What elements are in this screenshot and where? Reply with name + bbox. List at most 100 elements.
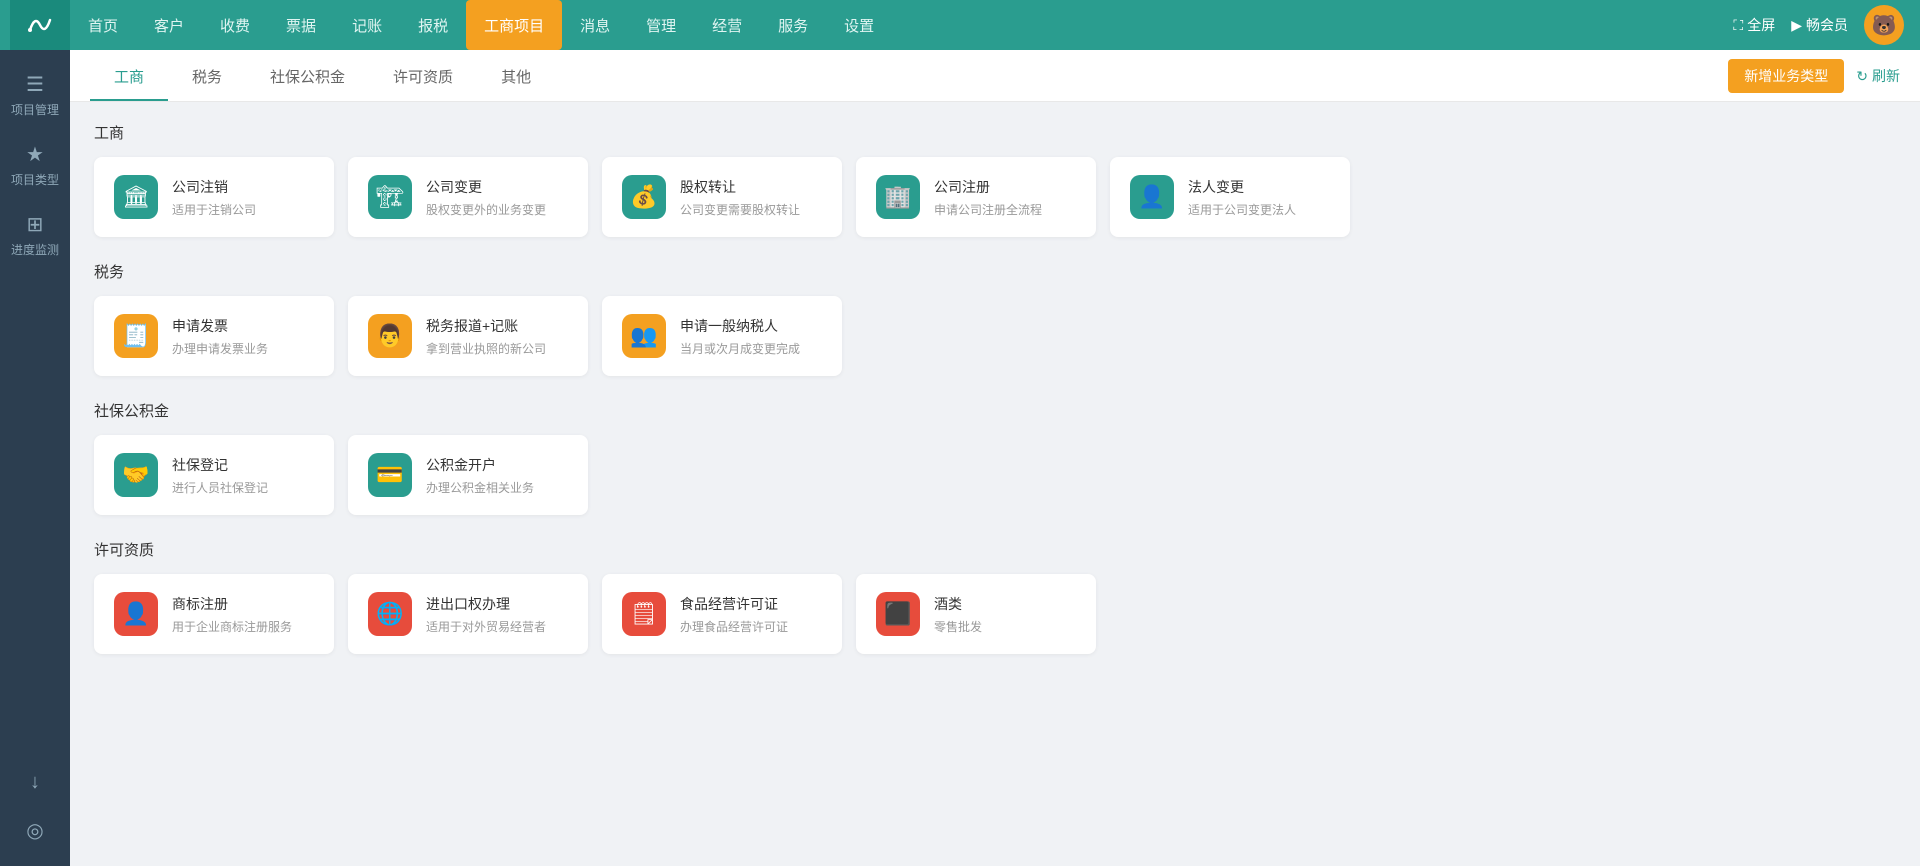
card-icon: 👨: [368, 314, 412, 358]
nav-item-客户[interactable]: 客户: [136, 0, 202, 50]
card-商标注册[interactable]: 👤 商标注册 用于企业商标注册服务: [94, 574, 334, 654]
card-公司注销[interactable]: 🏛 公司注销 适用于注销公司: [94, 157, 334, 237]
card-icon: 👤: [114, 592, 158, 636]
card-公司变更[interactable]: 🏗 公司变更 股权变更外的业务变更: [348, 157, 588, 237]
sidebar-bottom-item-1[interactable]: ◎: [0, 810, 70, 850]
card-icon: 👤: [1130, 175, 1174, 219]
card-text: 进出口权办理 适用于对外贸易经营者: [426, 594, 546, 635]
card-text: 公司变更 股权变更外的业务变更: [426, 177, 546, 218]
card-name: 酒类: [934, 594, 982, 614]
sidebar-item-项目类型[interactable]: ★ 项目类型: [0, 130, 70, 200]
sidebar-icon: ⊞: [23, 212, 47, 236]
card-icon: 🤝: [114, 453, 158, 497]
card-name: 申请发票: [172, 316, 268, 336]
fullscreen-button[interactable]: ⛶ 全屏: [1733, 15, 1775, 35]
tab-工商[interactable]: 工商: [90, 54, 168, 101]
new-business-type-button[interactable]: 新增业务类型: [1728, 59, 1844, 93]
nav-item-首页[interactable]: 首页: [70, 0, 136, 50]
card-text: 食品经营许可证 办理食品经营许可证: [680, 594, 788, 635]
nav-item-消息[interactable]: 消息: [562, 0, 628, 50]
tab-其他[interactable]: 其他: [477, 54, 555, 101]
nav-item-报税[interactable]: 报税: [400, 0, 466, 50]
nav-item-记账[interactable]: 记账: [334, 0, 400, 50]
card-icon: 🏗: [368, 175, 412, 219]
sidebar-label: 项目类型: [11, 171, 59, 188]
section-title-社保公积金: 社保公积金: [94, 400, 1896, 421]
card-text: 公司注册 申请公司注册全流程: [934, 177, 1042, 218]
card-税务报道+记账[interactable]: 👨 税务报道+记账 拿到营业执照的新公司: [348, 296, 588, 376]
card-申请发票[interactable]: 🧾 申请发票 办理申请发票业务: [94, 296, 334, 376]
tab-社保公积金[interactable]: 社保公积金: [246, 54, 369, 101]
card-desc: 办理食品经营许可证: [680, 618, 788, 635]
card-icon: 🗒: [622, 592, 666, 636]
card-酒类[interactable]: ⬛ 酒类 零售批发: [856, 574, 1096, 654]
tabs: 工商税务社保公积金许可资质其他: [90, 54, 555, 101]
sidebar-bottom-item-0[interactable]: ↓: [0, 762, 70, 802]
tab-税务[interactable]: 税务: [168, 54, 246, 101]
member-button[interactable]: ▶ 畅会员: [1791, 15, 1848, 35]
nav-item-工商项目[interactable]: 工商项目: [466, 0, 562, 50]
card-进出口权办理[interactable]: 🌐 进出口权办理 适用于对外贸易经营者: [348, 574, 588, 654]
card-公司注册[interactable]: 🏢 公司注册 申请公司注册全流程: [856, 157, 1096, 237]
nav-item-收费[interactable]: 收费: [202, 0, 268, 50]
tab-许可资质[interactable]: 许可资质: [369, 54, 477, 101]
scrollable-content[interactable]: 工商 🏛 公司注销 适用于注销公司 🏗 公司变更 股权变更外的业务变更 💰 股权…: [70, 102, 1920, 866]
cards-grid-税务: 🧾 申请发票 办理申请发票业务 👨 税务报道+记账 拿到营业执照的新公司 👥 申…: [94, 296, 1896, 376]
card-股权转让[interactable]: 💰 股权转让 公司变更需要股权转让: [602, 157, 842, 237]
card-公积金开户[interactable]: 💳 公积金开户 办理公积金相关业务: [348, 435, 588, 515]
card-text: 公积金开户 办理公积金相关业务: [426, 455, 534, 496]
section-title-工商: 工商: [94, 122, 1896, 143]
member-label: 畅会员: [1806, 15, 1848, 35]
cards-grid-社保公积金: 🤝 社保登记 进行人员社保登记 💳 公积金开户 办理公积金相关业务: [94, 435, 1896, 515]
card-name: 社保登记: [172, 455, 268, 475]
play-icon: ▶: [1791, 17, 1802, 34]
fullscreen-label: 全屏: [1747, 15, 1775, 35]
top-navigation: 首页客户收费票据记账报税工商项目消息管理经营服务设置 ⛶ 全屏 ▶ 畅会员 🐻: [0, 0, 1920, 50]
main-layout: ☰ 项目管理★ 项目类型⊞ 进度监测↓◎ 工商税务社保公积金许可资质其他 新增业…: [0, 50, 1920, 866]
sidebar-bottom-icon: ◎: [23, 818, 47, 842]
card-desc: 适用于对外贸易经营者: [426, 618, 546, 635]
refresh-button[interactable]: ↻ 刷新: [1856, 66, 1900, 86]
sidebar-item-进度监测[interactable]: ⊞ 进度监测: [0, 200, 70, 270]
card-申请一般纳税人[interactable]: 👥 申请一般纳税人 当月或次月成变更完成: [602, 296, 842, 376]
nav-items: 首页客户收费票据记账报税工商项目消息管理经营服务设置: [70, 0, 1733, 50]
fullscreen-icon: ⛶: [1733, 17, 1743, 34]
card-name: 税务报道+记账: [426, 316, 546, 336]
nav-item-票据[interactable]: 票据: [268, 0, 334, 50]
card-name: 进出口权办理: [426, 594, 546, 614]
card-name: 法人变更: [1188, 177, 1296, 197]
logo: [10, 0, 70, 50]
sidebar-label: 进度监测: [11, 241, 59, 258]
section-title-税务: 税务: [94, 261, 1896, 282]
nav-item-经营[interactable]: 经营: [694, 0, 760, 50]
card-法人变更[interactable]: 👤 法人变更 适用于公司变更法人: [1110, 157, 1350, 237]
sidebar-bottom: ↓◎: [0, 762, 70, 866]
sidebar-icon: ★: [23, 142, 47, 166]
card-text: 商标注册 用于企业商标注册服务: [172, 594, 292, 635]
card-text: 社保登记 进行人员社保登记: [172, 455, 268, 496]
card-desc: 零售批发: [934, 618, 982, 635]
card-社保登记[interactable]: 🤝 社保登记 进行人员社保登记: [94, 435, 334, 515]
card-食品经营许可证[interactable]: 🗒 食品经营许可证 办理食品经营许可证: [602, 574, 842, 654]
sidebar-item-项目管理[interactable]: ☰ 项目管理: [0, 60, 70, 130]
card-desc: 适用于注销公司: [172, 201, 256, 218]
nav-item-设置[interactable]: 设置: [826, 0, 892, 50]
cards-grid-许可资质: 👤 商标注册 用于企业商标注册服务 🌐 进出口权办理 适用于对外贸易经营者 🗒 …: [94, 574, 1896, 654]
card-desc: 进行人员社保登记: [172, 479, 268, 496]
card-name: 公司变更: [426, 177, 546, 197]
card-icon: 💳: [368, 453, 412, 497]
card-text: 酒类 零售批发: [934, 594, 982, 635]
card-icon: 🏢: [876, 175, 920, 219]
nav-item-管理[interactable]: 管理: [628, 0, 694, 50]
card-icon: 🏛: [114, 175, 158, 219]
cards-grid-工商: 🏛 公司注销 适用于注销公司 🏗 公司变更 股权变更外的业务变更 💰 股权转让 …: [94, 157, 1896, 237]
card-desc: 当月或次月成变更完成: [680, 340, 800, 357]
card-name: 申请一般纳税人: [680, 316, 800, 336]
card-icon: 👥: [622, 314, 666, 358]
card-text: 税务报道+记账 拿到营业执照的新公司: [426, 316, 546, 357]
card-icon: 💰: [622, 175, 666, 219]
nav-item-服务[interactable]: 服务: [760, 0, 826, 50]
card-desc: 股权变更外的业务变更: [426, 201, 546, 218]
card-text: 公司注销 适用于注销公司: [172, 177, 256, 218]
card-icon: ⬛: [876, 592, 920, 636]
